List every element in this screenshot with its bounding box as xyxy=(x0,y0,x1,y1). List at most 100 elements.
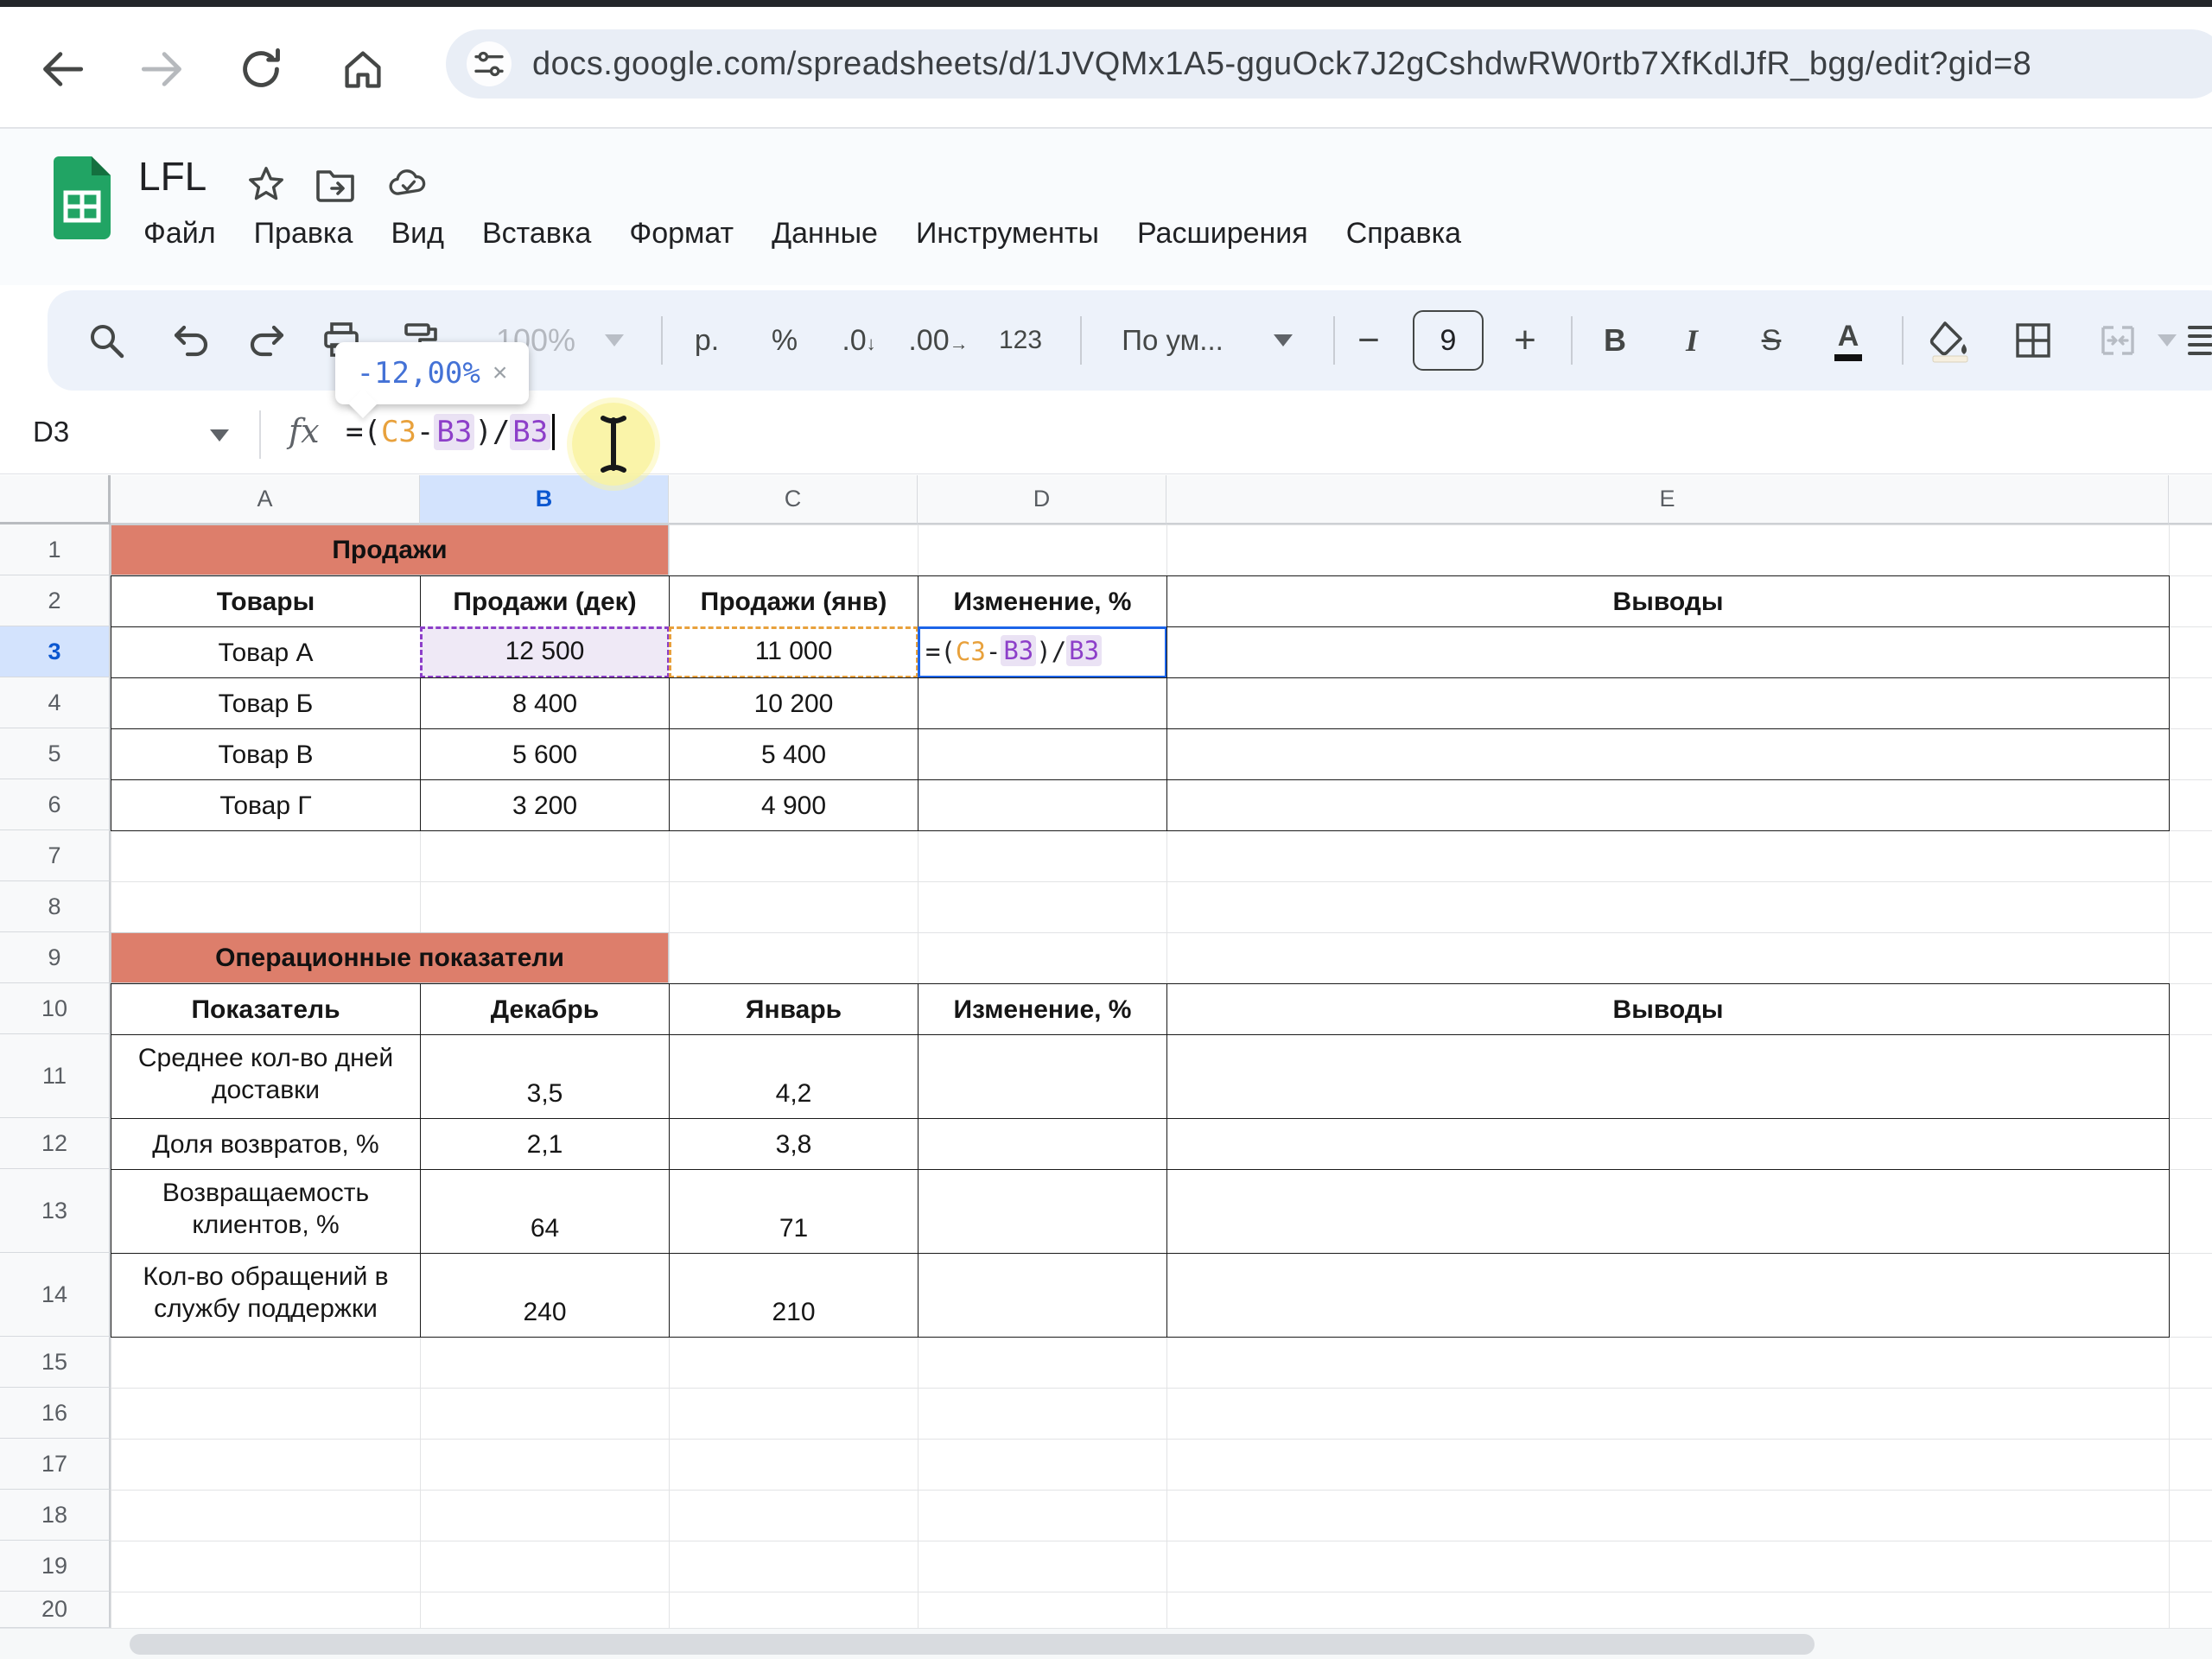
bold-button[interactable]: B xyxy=(1578,290,1652,391)
horizontal-scrollbar[interactable] xyxy=(0,1628,2212,1659)
cell-C13[interactable]: 71 xyxy=(669,1169,918,1254)
font-select-caret-icon[interactable] xyxy=(1246,290,1320,391)
cell-D4[interactable] xyxy=(918,677,1167,729)
menu-item-2[interactable]: Правка xyxy=(254,217,353,251)
cell-A11[interactable]: Среднее кол-во дней доставки xyxy=(111,1034,421,1119)
tooltip-close-icon[interactable]: × xyxy=(493,359,508,388)
cell-E11[interactable] xyxy=(1166,1034,2170,1119)
row-header-1[interactable]: 1 xyxy=(0,524,111,575)
column-header-A[interactable]: A xyxy=(111,475,420,524)
menu-item-3[interactable]: Вид xyxy=(391,217,444,251)
cell-E12[interactable] xyxy=(1166,1118,2170,1170)
row-header-5[interactable]: 5 xyxy=(0,728,111,779)
sheets-logo-icon[interactable] xyxy=(54,156,111,239)
select-all-corner[interactable] xyxy=(0,475,111,524)
cell-A3[interactable]: Товар А xyxy=(111,626,421,678)
cell-A5[interactable]: Товар В xyxy=(111,728,421,780)
decrease-font-size-button[interactable]: − xyxy=(1332,290,1406,391)
formula-input[interactable]: =(C3- B3)/B3 xyxy=(346,414,556,450)
row-header-3[interactable]: 3 xyxy=(0,626,111,677)
cell-A14[interactable]: Кол-во обращений в службу поддержки xyxy=(111,1253,421,1338)
cell-D2[interactable]: Изменение, % xyxy=(918,575,1167,627)
row-header-7[interactable]: 7 xyxy=(0,830,111,881)
cell-B2[interactable]: Продажи (дек) xyxy=(420,575,670,627)
cell-C6[interactable]: 4 900 xyxy=(669,779,918,831)
cell-B12[interactable]: 2,1 xyxy=(420,1118,670,1170)
cell-D10[interactable]: Изменение, % xyxy=(918,983,1167,1035)
font-size-input[interactable]: 9 xyxy=(1405,290,1491,391)
row-header-11[interactable]: 11 xyxy=(0,1034,111,1118)
menu-item-1[interactable]: Файл xyxy=(143,217,216,251)
font-select[interactable]: По ум... xyxy=(1086,290,1259,391)
row-header-10[interactable]: 10 xyxy=(0,983,111,1034)
cell-E10[interactable]: Выводы xyxy=(1166,983,2170,1035)
horizontal-align-icon[interactable] xyxy=(2169,290,2212,391)
cell-C10[interactable]: Январь xyxy=(669,983,918,1035)
star-icon[interactable] xyxy=(245,163,287,205)
horizontal-scrollbar-thumb[interactable] xyxy=(130,1634,1815,1655)
cell-E13[interactable] xyxy=(1166,1169,2170,1254)
cell-C4[interactable]: 10 200 xyxy=(669,677,918,729)
cell-D12[interactable] xyxy=(918,1118,1167,1170)
row-header-6[interactable]: 6 xyxy=(0,779,111,830)
redo-icon[interactable] xyxy=(229,290,303,391)
menu-item-7[interactable]: Инструменты xyxy=(916,217,1099,251)
menu-item-4[interactable]: Вставка xyxy=(482,217,591,251)
cell-D14[interactable] xyxy=(918,1253,1167,1338)
merged-banner-row1[interactable]: Продажи xyxy=(111,524,669,575)
more-formats-button[interactable]: 123 xyxy=(983,290,1058,391)
cell-A12[interactable]: Доля возвратов, % xyxy=(111,1118,421,1170)
cell-A10[interactable]: Показатель xyxy=(111,983,421,1035)
cell-B10[interactable]: Декабрь xyxy=(420,983,670,1035)
row-header-8[interactable]: 8 xyxy=(0,881,111,932)
cell-C11[interactable]: 4,2 xyxy=(669,1034,918,1119)
strikethrough-button[interactable]: S xyxy=(1734,290,1808,391)
cell-C2[interactable]: Продажи (янв) xyxy=(669,575,918,627)
currency-format-button[interactable]: р. xyxy=(670,290,744,391)
home-icon[interactable] xyxy=(332,38,394,100)
cell-E14[interactable] xyxy=(1166,1253,2170,1338)
row-header-15[interactable]: 15 xyxy=(0,1337,111,1388)
menu-item-5[interactable]: Формат xyxy=(629,217,734,251)
cell-C5[interactable]: 5 400 xyxy=(669,728,918,780)
cell-B6[interactable]: 3 200 xyxy=(420,779,670,831)
row-header-19[interactable]: 19 xyxy=(0,1541,111,1592)
cell-D5[interactable] xyxy=(918,728,1167,780)
cell-C12[interactable]: 3,8 xyxy=(669,1118,918,1170)
increase-decimal-button[interactable]: .00→ xyxy=(901,290,976,391)
cell-E2[interactable]: Выводы xyxy=(1166,575,2170,627)
cell-A4[interactable]: Товар Б xyxy=(111,677,421,729)
cell-B4[interactable]: 8 400 xyxy=(420,677,670,729)
cell-B11[interactable]: 3,5 xyxy=(420,1034,670,1119)
cell-D11[interactable] xyxy=(918,1034,1167,1119)
row-header-4[interactable]: 4 xyxy=(0,677,111,728)
cell-D3-editing[interactable]: =(C3- B3)/B3 xyxy=(918,626,1167,678)
cell-D13[interactable] xyxy=(918,1169,1167,1254)
cell-B14[interactable]: 240 xyxy=(420,1253,670,1338)
increase-font-size-button[interactable]: + xyxy=(1488,290,1562,391)
column-header-partial[interactable] xyxy=(2169,475,2212,524)
undo-icon[interactable] xyxy=(155,290,229,391)
fill-color-icon[interactable] xyxy=(1913,290,1987,391)
name-box[interactable]: D3 xyxy=(33,416,69,448)
name-box-caret-icon[interactable] xyxy=(210,429,229,442)
cell-B3[interactable]: 12 500 xyxy=(420,626,670,678)
italic-button[interactable]: I xyxy=(1655,290,1729,391)
url-bar[interactable]: docs.google.com/spreadsheets/d/1JVQMx1A5… xyxy=(446,29,2212,99)
cell-C3[interactable]: 11 000 xyxy=(669,626,918,678)
cell-E6[interactable] xyxy=(1166,779,2170,831)
row-header-17[interactable]: 17 xyxy=(0,1439,111,1490)
move-folder-icon[interactable] xyxy=(315,163,356,205)
row-header-18[interactable]: 18 xyxy=(0,1490,111,1541)
percent-format-button[interactable]: % xyxy=(747,290,822,391)
row-header-16[interactable]: 16 xyxy=(0,1388,111,1439)
site-settings-icon[interactable] xyxy=(467,41,512,86)
row-header-20[interactable]: 20 xyxy=(0,1592,111,1628)
cell-B13[interactable]: 64 xyxy=(420,1169,670,1254)
menu-item-6[interactable]: Данные xyxy=(772,217,878,251)
search-icon[interactable] xyxy=(69,290,143,391)
cell-A6[interactable]: Товар Г xyxy=(111,779,421,831)
row-header-13[interactable]: 13 xyxy=(0,1169,111,1253)
cell-E3[interactable] xyxy=(1166,626,2170,678)
row-header-2[interactable]: 2 xyxy=(0,575,111,626)
